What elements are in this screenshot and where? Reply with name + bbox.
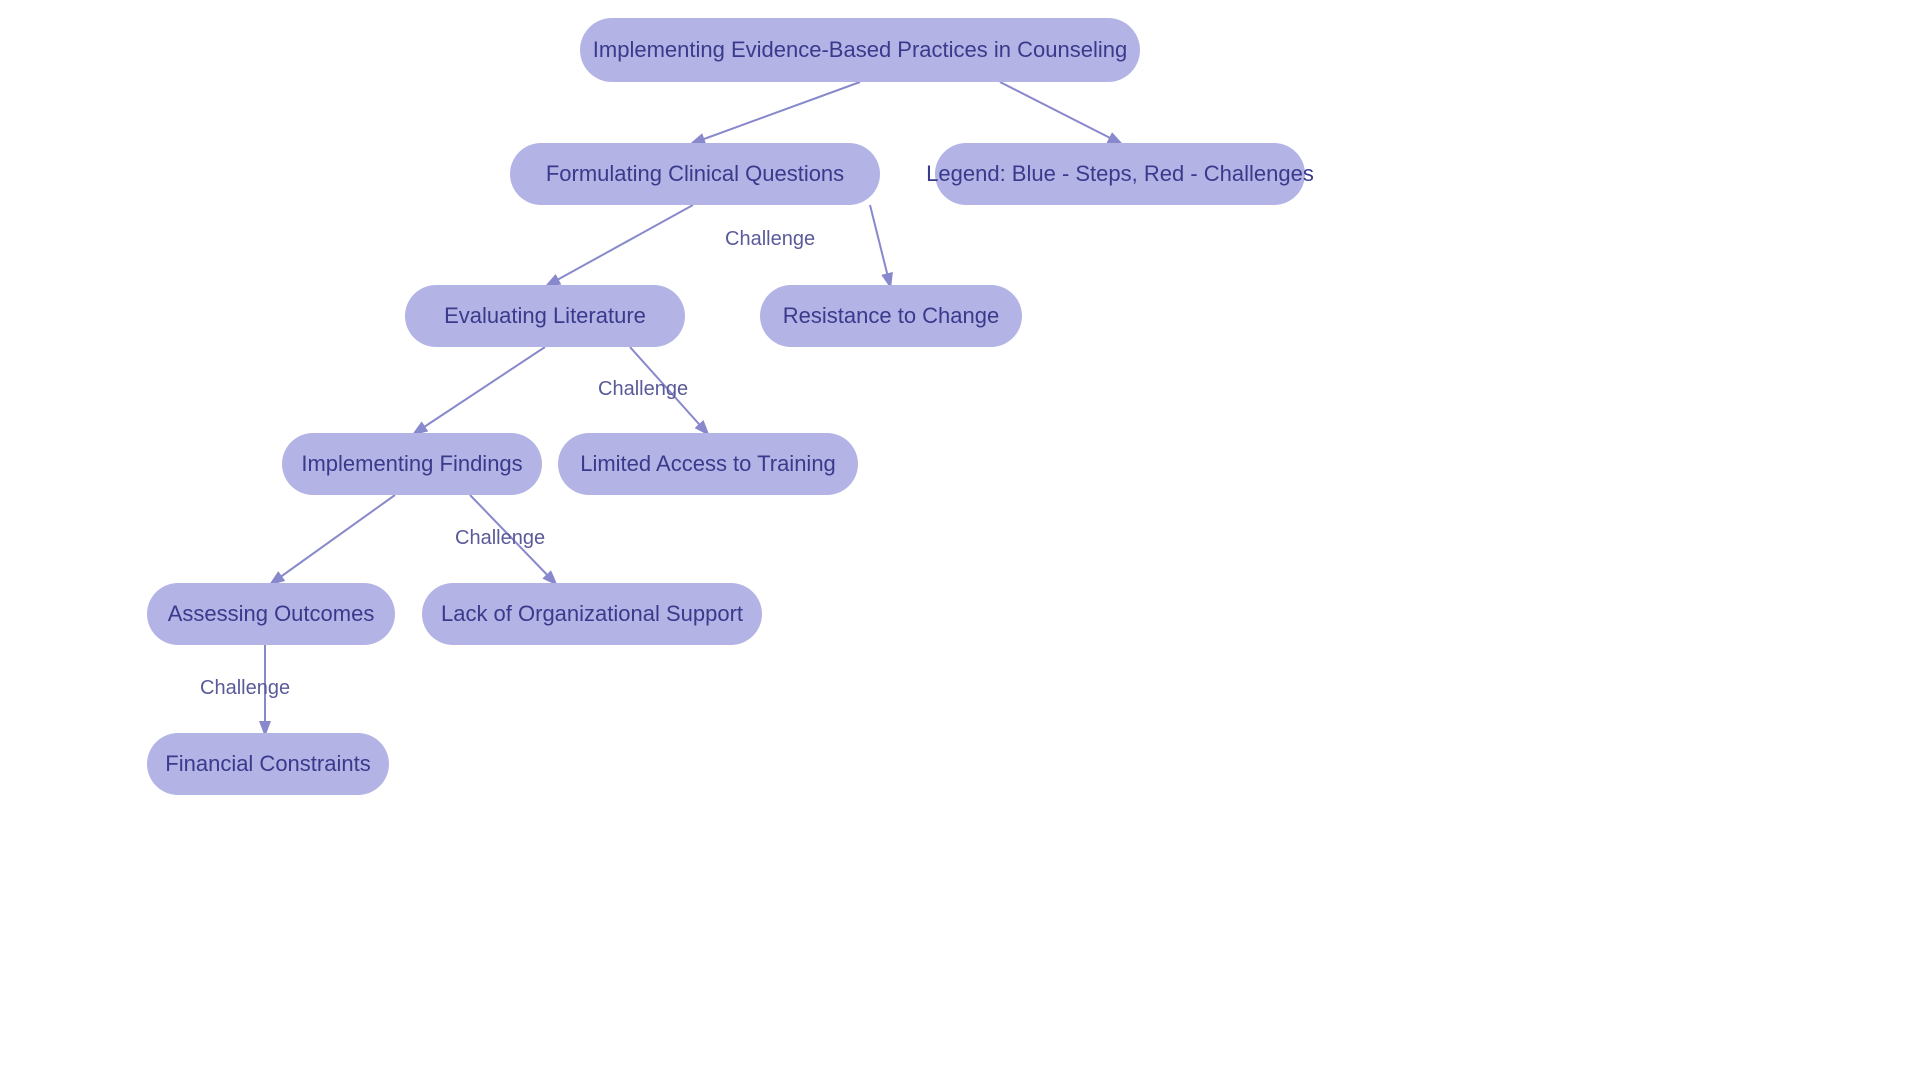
node-implementing: Implementing Findings [282,433,542,495]
node-financial: Financial Constraints [147,733,389,795]
node-legend: Legend: Blue - Steps, Red - Challenges [935,143,1305,205]
challenge-label-4: Challenge [200,677,290,700]
node-root: Implementing Evidence-Based Practices in… [580,18,1140,82]
challenge-label-2: Challenge [598,378,688,401]
node-assessing: Assessing Outcomes [147,583,395,645]
node-formulating: Formulating Clinical Questions [510,143,880,205]
node-limited: Limited Access to Training [558,433,858,495]
node-evaluating: Evaluating Literature [405,285,685,347]
node-resistance: Resistance to Change [760,285,1022,347]
challenge-label-1: Challenge [725,228,815,251]
challenge-label-3: Challenge [455,527,545,550]
node-lack: Lack of Organizational Support [422,583,762,645]
diagram-container: Implementing Evidence-Based Practices in… [0,0,1920,1083]
